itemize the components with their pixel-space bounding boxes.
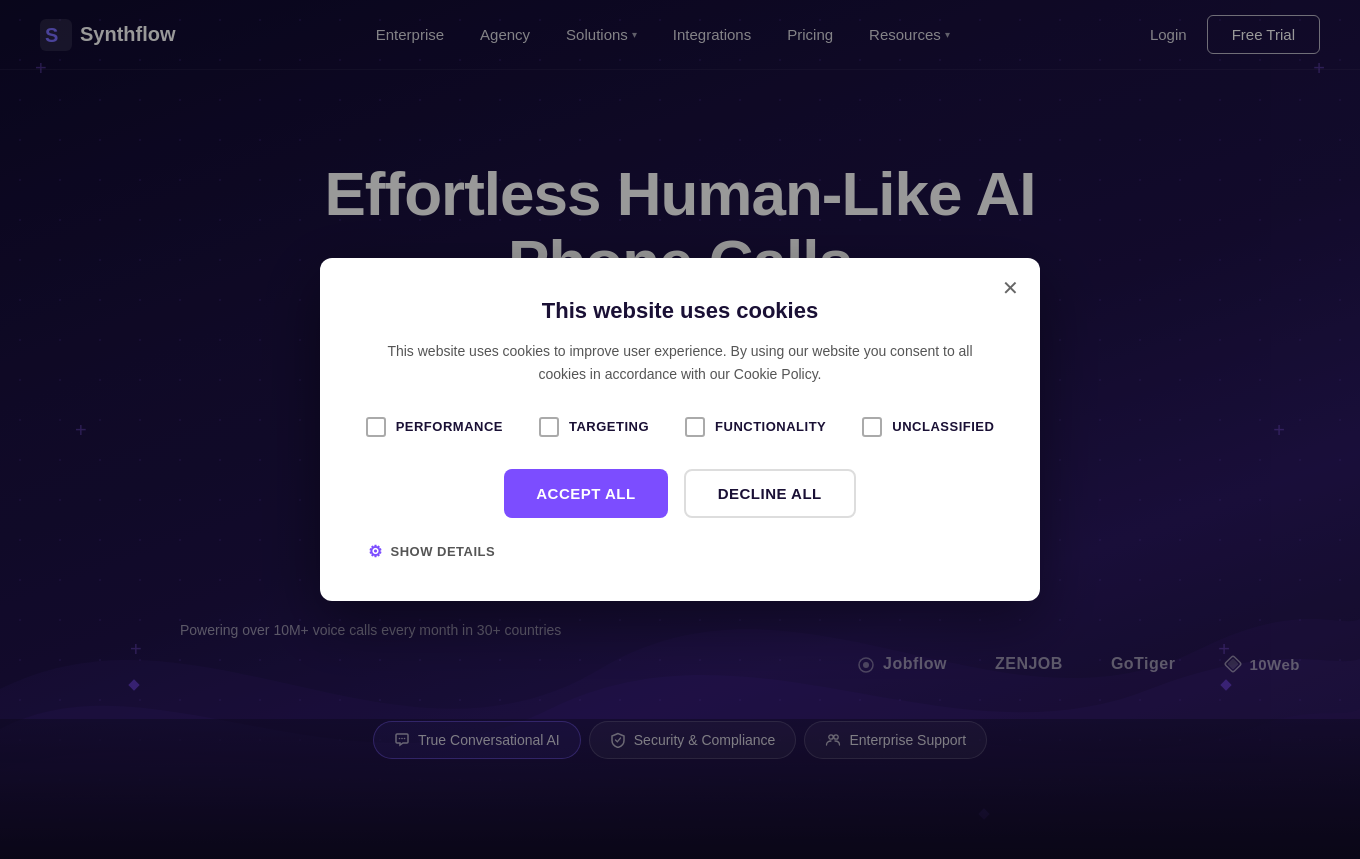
modal-close-button[interactable]: ✕: [996, 274, 1024, 302]
targeting-checkbox[interactable]: [539, 417, 559, 437]
cookie-option-performance[interactable]: PERFORMANCE: [366, 417, 503, 437]
cookie-option-functionality[interactable]: FUNCTIONALITY: [685, 417, 826, 437]
cookie-modal: ✕ This website uses cookies This website…: [320, 258, 1040, 601]
modal-description: This website uses cookies to improve use…: [368, 340, 992, 385]
accept-all-button[interactable]: ACCEPT ALL: [504, 469, 667, 518]
modal-actions: ACCEPT ALL DECLINE ALL: [368, 469, 992, 518]
performance-checkbox[interactable]: [366, 417, 386, 437]
functionality-checkbox[interactable]: [685, 417, 705, 437]
cookie-options: PERFORMANCE TARGETING FUNCTIONALITY UNCL…: [368, 417, 992, 437]
decline-all-button[interactable]: DECLINE ALL: [684, 469, 856, 518]
unclassified-checkbox[interactable]: [862, 417, 882, 437]
gear-icon: ⚙: [368, 542, 383, 561]
show-details-button[interactable]: ⚙ SHOW DETAILS: [368, 542, 495, 561]
cookie-option-unclassified[interactable]: UNCLASSIFIED: [862, 417, 994, 437]
cookie-option-targeting[interactable]: TARGETING: [539, 417, 649, 437]
modal-title: This website uses cookies: [368, 298, 992, 324]
cookie-modal-overlay: ✕ This website uses cookies This website…: [0, 0, 1360, 859]
